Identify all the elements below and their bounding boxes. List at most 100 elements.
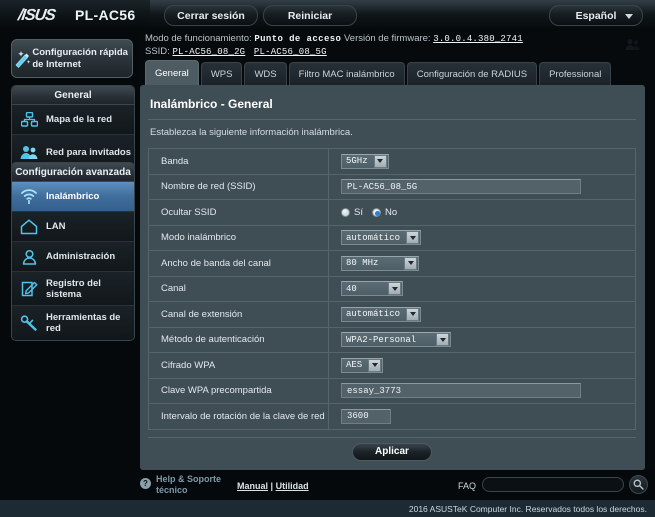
help-support-line1: Help & Soporte [156,474,222,484]
network-tools-icon [12,315,46,331]
chevron-down-icon [388,282,401,296]
tab-wps[interactable]: WPS [200,62,243,85]
help-support-link[interactable]: Help & Soporte técnico [156,474,221,496]
tab-professional[interactable]: Professional [539,62,612,85]
chevron-down-icon [404,256,417,270]
auth-method-select[interactable]: WPA2-Personal [341,332,451,348]
firmware-version-value[interactable]: 3.0.0.4.380_2741 [433,34,523,44]
rotation-interval-input[interactable]: 3600 [341,408,391,424]
channel-select-value: 40 [346,283,357,294]
reboot-button[interactable]: Reiniciar [263,5,357,26]
sidebar-item-network-tools[interactable]: Herramientas de red [12,306,134,340]
tab-wireless-mac-filter[interactable]: Filtro MAC inalámbrico [288,62,405,85]
chevron-down-icon [406,231,420,245]
band-select[interactable]: 5GHz [341,153,389,169]
search-icon[interactable] [629,475,648,494]
apply-button[interactable]: Aplicar [352,442,432,461]
form-row-auth-method: Método de autenticación WPA2-Personal [149,326,635,352]
wireless-mode-select[interactable]: automático [341,230,422,246]
sidebar-item-label: Red para invitados [46,146,131,158]
extension-channel-select[interactable]: automático [341,306,422,322]
ssid-2g-link[interactable]: PL-AC56_08_2G [172,47,245,57]
auth-method-label: Método de autenticación [149,327,329,352]
faq-label: FAQ [458,481,477,491]
hide-ssid-label: Ocultar SSID [149,200,329,225]
extension-channel-label: Canal de extensión [149,302,329,327]
hide-ssid-no-label[interactable]: No [385,207,397,218]
utility-link[interactable]: Utilidad [276,481,309,491]
wireless-mode-label: Modo inalámbrico [149,225,329,250]
chevron-down-icon [625,14,633,19]
asus-logo: /ISUS [16,7,57,24]
help-question-icon: ? [140,478,151,489]
magic-wand-icon [12,49,32,69]
logout-button[interactable]: Cerrar sesión [164,5,258,26]
firmware-label: Versión de firmware: [343,33,431,44]
sidebar-item-system-log[interactable]: Registro del sistema [12,272,134,306]
hide-ssid-yes-radio[interactable] [341,207,350,217]
ssid-5g-link[interactable]: PL-AC56_08_5G [254,47,327,57]
manual-link[interactable]: Manual [237,481,268,491]
faq-search-input[interactable] [482,477,624,492]
wireless-mode-select-value: automático [346,232,401,243]
page-title: Inalámbrico - General [150,97,273,111]
rotation-interval-label: Intervalo de rotación de la clave de red [149,404,329,429]
chevron-down-icon [406,307,420,321]
log-icon [12,281,46,297]
sidebar-group-advanced: Configuración avanzada Inalámbrico LAN A… [11,162,135,341]
wpa-encryption-label: Cifrado WPA [149,353,329,378]
form-row-channel-bandwidth: Ancho de banda del canal 80 MHz [149,250,635,276]
extension-channel-select-value: automático [346,309,401,320]
band-select-value: 5GHz [346,156,368,167]
form-row-wpa-key: Clave WPA precompartida essay_3773 [149,377,635,403]
channel-label: Canal [149,276,329,301]
sidebar-item-label: Mapa de la red [46,114,112,125]
wireless-icon [12,189,46,204]
content-panel: Inalámbrico - General Establezca la sigu… [140,85,645,470]
ssid-label: Nombre de red (SSID) [149,174,329,199]
page-description: Establezca la siguiente información inal… [150,127,353,138]
wpa-key-label: Clave WPA precompartida [149,378,329,403]
network-map-icon [12,112,46,127]
sidebar-group-advanced-header: Configuración avanzada [12,163,134,182]
channel-bandwidth-select[interactable]: 80 MHz [341,255,419,271]
form-row-wpa-encryption: Cifrado WPA AES [149,352,635,378]
quick-internet-setup-button[interactable]: Configuración rápida de Internet [11,39,133,78]
wireless-settings-form: Banda 5GHz Nombre de red (SSID) PL-AC56_… [148,148,636,430]
form-row-channel: Canal 40 [149,275,635,301]
home-icon [12,218,46,235]
wpa-encryption-select-value: AES [346,360,363,371]
form-row-wireless-mode: Modo inalámbrico automático [149,224,635,250]
language-selector[interactable]: Español [549,5,643,26]
links-separator: | [270,481,274,491]
ssid-line: SSID: PL-AC56_08_2G PL-AC56_08_5G [145,46,333,57]
wpa-encryption-select[interactable]: AES [341,357,384,373]
help-support-line2: técnico [156,485,188,495]
ssid-input[interactable]: PL-AC56_08_5G [341,179,581,195]
quick-internet-setup-label: Configuración rápida de Internet [32,46,128,70]
channel-bandwidth-label: Ancho de banda del canal [149,251,329,276]
form-row-rotation-interval: Intervalo de rotación de la clave de red… [149,403,635,429]
form-row-hide-ssid: Ocultar SSID Sí No [149,199,635,225]
tab-wds[interactable]: WDS [244,62,287,85]
router-model-label: PL-AC56 [75,7,136,23]
sidebar-item-network-map[interactable]: Mapa de la red [12,105,134,135]
hide-ssid-yes-label[interactable]: Sí [354,207,363,218]
sidebar-group-general-header: General [12,86,134,105]
channel-select[interactable]: 40 [341,281,403,297]
tab-bar: General WPS WDS Filtro MAC inalámbrico C… [145,60,613,85]
tab-radius-setting[interactable]: Configuración de RADIUS [406,62,538,85]
title-divider [148,119,636,120]
wpa-key-input[interactable]: essay_3773 [341,383,581,399]
sidebar-item-lan[interactable]: LAN [12,212,134,242]
chevron-down-icon [373,154,387,168]
tab-general[interactable]: General [145,60,199,85]
sidebar-item-wireless[interactable]: Inalámbrico [12,182,134,212]
sidebar-item-administration[interactable]: Administración [12,242,134,272]
sidebar-item-label: Registro del sistema [46,277,101,300]
connected-clients-icon[interactable] [625,38,641,56]
form-row-extension-channel: Canal de extensión automático [149,301,635,327]
sidebar-item-label: Administración [46,251,116,262]
user-icon [12,249,46,265]
hide-ssid-no-radio[interactable] [371,207,381,217]
